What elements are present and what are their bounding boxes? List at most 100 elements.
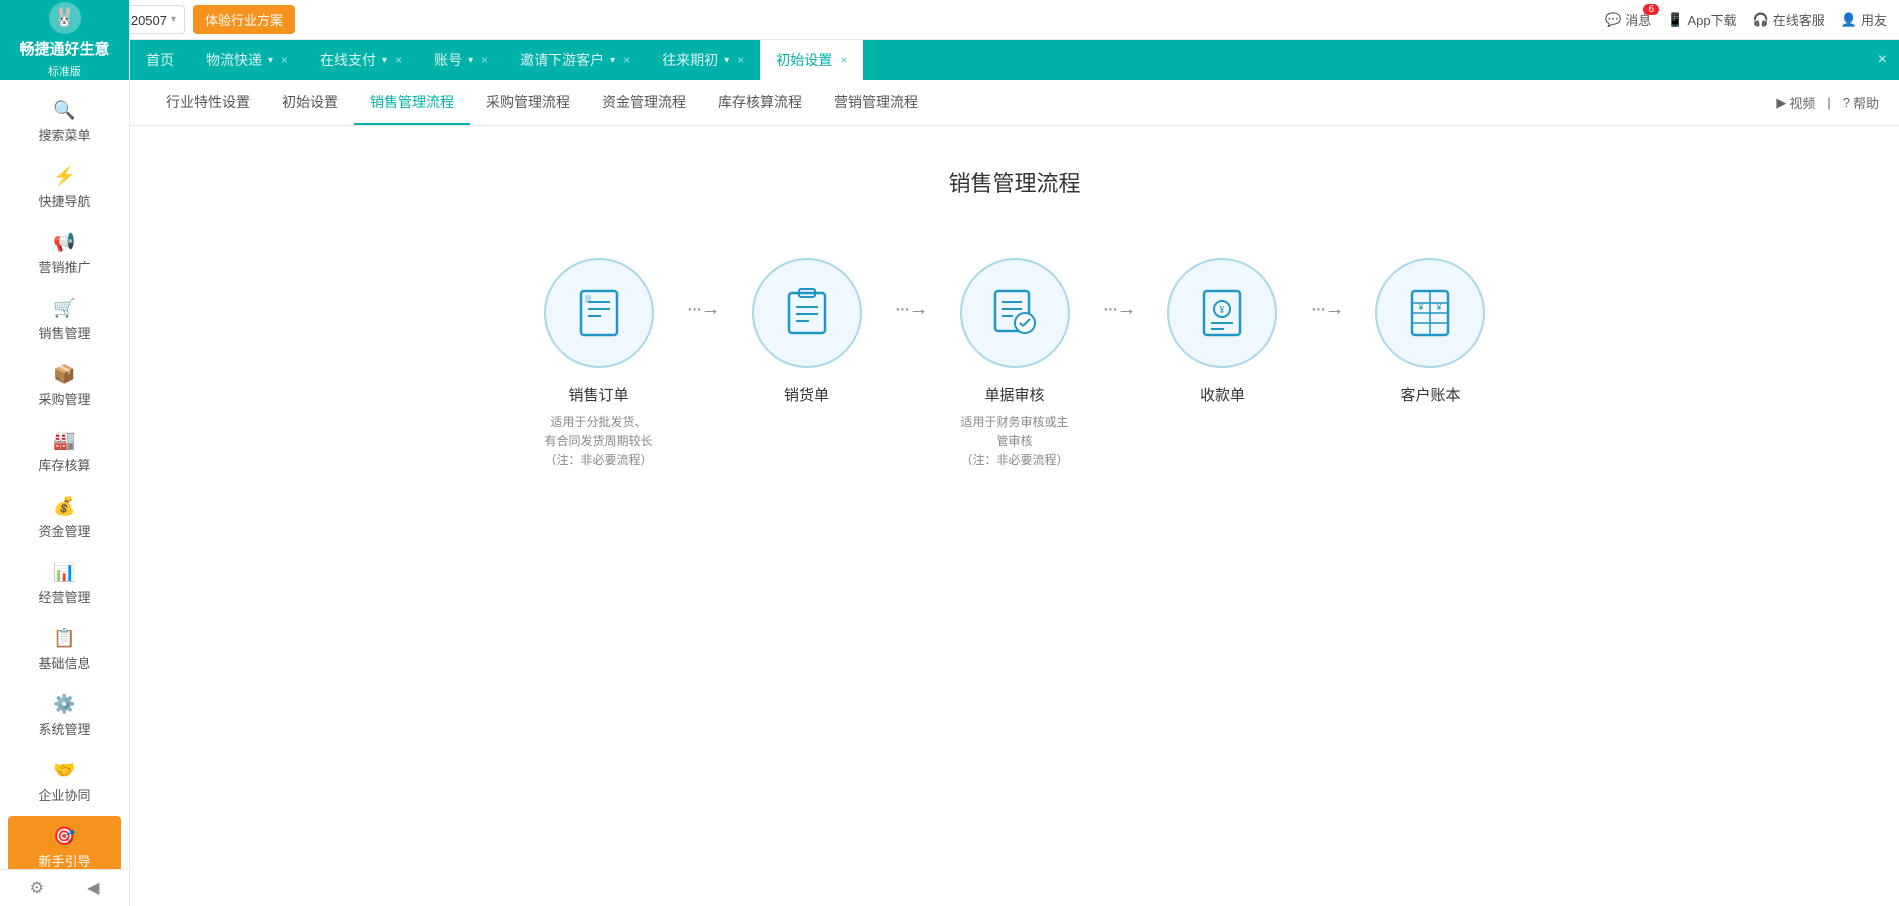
- close-icon[interactable]: ×: [395, 53, 402, 67]
- nav-tab-invite-label: 邀请下游客户: [520, 50, 604, 70]
- sidebar-item-label: 采购管理: [38, 389, 90, 408]
- sub-tabs-right: ▶ 视频 | ? 帮助: [1776, 93, 1879, 112]
- step-desc-doc-audit: 适用于财务审核或主管审核（注：非必要流程）: [960, 413, 1068, 471]
- service-icon: 🎧: [1753, 12, 1769, 28]
- settings-footer-btn[interactable]: ⚙: [30, 878, 44, 898]
- nav-tab-invite[interactable]: 邀请下游客户 ▾ ×: [504, 40, 646, 80]
- step-name-customer-ledger: 客户账本: [1400, 384, 1460, 405]
- close-icon[interactable]: ×: [737, 53, 744, 67]
- sidebar-item-newbie-guide[interactable]: 🎯 新手引导: [8, 816, 121, 869]
- help-icon: ?: [1843, 95, 1850, 110]
- chevron-down-icon: ▾: [610, 55, 615, 66]
- video-icon: ▶: [1776, 95, 1786, 111]
- chevron-down-icon: ▾: [724, 55, 729, 66]
- nav-tab-account-label: 账号: [434, 50, 462, 70]
- video-label: 视频: [1789, 93, 1815, 112]
- sidebar-item-quick-nav[interactable]: ⚡ 快捷导航: [8, 156, 121, 220]
- trial-button[interactable]: 体验行业方案: [193, 5, 295, 34]
- search-menu-icon: 🔍: [53, 100, 75, 121]
- sidebar-item-marketing-promo[interactable]: 📢 营销推广: [8, 222, 121, 286]
- sidebar-item-base-info[interactable]: 📋 基础信息: [8, 618, 121, 682]
- close-icon[interactable]: ×: [481, 53, 488, 67]
- sales-mgmt-icon: 🛒: [53, 298, 75, 319]
- sidebar-item-sys-mgmt[interactable]: ⚙️ 系统管理: [8, 684, 121, 748]
- close-icon[interactable]: ×: [623, 53, 630, 67]
- page-title: 销售管理流程: [190, 166, 1839, 198]
- sidebar-item-inventory[interactable]: 🏭 库存核算: [8, 420, 121, 484]
- sidebar-item-finance-mgmt[interactable]: 💰 资金管理: [8, 486, 121, 550]
- flow-step-receipt[interactable]: ¥ 收款单: [1142, 258, 1302, 413]
- help-link[interactable]: ? 帮助: [1843, 93, 1879, 112]
- sidebar-item-purchase-mgmt[interactable]: 📦 采购管理: [8, 354, 121, 418]
- main-content: 行业特性设置 初始设置 销售管理流程 采购管理流程 资金管理流程 库存核算流程 …: [130, 80, 1899, 906]
- flow-step-sales-delivery[interactable]: 销货单: [727, 258, 887, 413]
- flow-circle-doc-audit: [960, 258, 1070, 368]
- base-info-icon: 📋: [53, 628, 75, 649]
- message-badge: 6: [1643, 4, 1659, 15]
- svg-text:¥: ¥: [1220, 305, 1225, 316]
- app-download-item[interactable]: 📱 App下载: [1667, 10, 1736, 29]
- user-name-label: 用友: [1861, 10, 1887, 29]
- sub-tab-purchase-flow[interactable]: 采购管理流程: [470, 80, 586, 125]
- nav-tab-period-init[interactable]: 往来期初 ▾ ×: [646, 40, 760, 80]
- logo-icon: 🐰: [49, 2, 81, 34]
- flow-step-sales-order[interactable]: 销售订单 适用于分批发货、有合同发货周期较长（注：非必要流程）: [519, 258, 679, 471]
- receipt-icon: ¥: [1196, 287, 1248, 339]
- sidebar-item-search-menu[interactable]: 🔍 搜索菜单: [8, 90, 121, 154]
- sub-tab-industry-settings[interactable]: 行业特性设置: [150, 80, 266, 125]
- sub-tab-label: 采购管理流程: [486, 92, 570, 112]
- sidebar-item-enterprise-collab[interactable]: 🤝 企业协同: [8, 750, 121, 814]
- nav-tab-period-init-label: 往来期初: [662, 50, 718, 70]
- nav-tab-home[interactable]: 首页: [130, 40, 190, 80]
- sidebar-item-label: 企业协同: [38, 785, 90, 804]
- chevron-down-icon: ▾: [382, 55, 387, 66]
- sidebar-item-label: 资金管理: [38, 521, 90, 540]
- sales-delivery-icon: [781, 287, 833, 339]
- message-item[interactable]: 💬 消息 6: [1605, 10, 1651, 29]
- sidebar-item-label: 快捷导航: [38, 191, 90, 210]
- nav-tab-logistics-label: 物流快递: [206, 50, 262, 70]
- sidebar-item-label: 营销推广: [38, 257, 90, 276]
- chevron-down-icon: ▾: [268, 55, 273, 66]
- online-service-item[interactable]: 🎧 在线客服: [1753, 10, 1825, 29]
- header-right: 💬 消息 6 📱 App下载 🎧 在线客服 👤 用友: [1605, 10, 1887, 29]
- sales-order-icon: [573, 287, 625, 339]
- sub-tab-ops-flow[interactable]: 营销管理流程: [818, 80, 934, 125]
- flow-circle-customer-ledger: ¥ ¥: [1375, 258, 1485, 368]
- help-label: 帮助: [1853, 93, 1879, 112]
- svg-text:¥: ¥: [1418, 302, 1425, 312]
- newbie-guide-icon: 🎯: [53, 826, 75, 847]
- user-avatar-item[interactable]: 👤 用友: [1841, 10, 1887, 29]
- flow-circle-sales-delivery: [752, 258, 862, 368]
- sub-tab-inventory-flow[interactable]: 库存核算流程: [702, 80, 818, 125]
- close-icon[interactable]: ×: [281, 53, 288, 67]
- sub-tab-sales-flow[interactable]: 销售管理流程: [354, 80, 470, 125]
- close-all-tabs-btn[interactable]: ×: [1866, 51, 1899, 69]
- nav-tabs: 首页 物流快递 ▾ × 在线支付 ▾ × 账号 ▾ × 邀请下游客户 ▾ × 往…: [130, 40, 1899, 80]
- nav-tab-payment[interactable]: 在线支付 ▾ ×: [304, 40, 418, 80]
- flow-steps: 销售订单 适用于分批发货、有合同发货周期较长（注：非必要流程） ···→ 销货单: [190, 258, 1839, 471]
- collapse-btn[interactable]: ◀: [87, 878, 99, 898]
- close-icon[interactable]: ×: [840, 53, 847, 67]
- flow-arrow-3: ···→: [1095, 298, 1143, 321]
- sidebar-footer: ⚙ ◀: [0, 869, 129, 906]
- sub-tabs-left: 行业特性设置 初始设置 销售管理流程 采购管理流程 资金管理流程 库存核算流程 …: [150, 80, 934, 125]
- purchase-mgmt-icon: 📦: [53, 364, 75, 385]
- sidebar-item-label: 库存核算: [38, 455, 90, 474]
- flow-step-customer-ledger[interactable]: ¥ ¥ 客户账本: [1350, 258, 1510, 413]
- flow-step-doc-audit[interactable]: 单据审核 适用于财务审核或主管审核（注：非必要流程）: [935, 258, 1095, 471]
- video-link[interactable]: ▶ 视频: [1776, 93, 1815, 112]
- nav-tab-home-label: 首页: [146, 50, 174, 70]
- sidebar-item-ops-mgmt[interactable]: 📊 经营管理: [8, 552, 121, 616]
- logo-subtitle: 标准版: [48, 63, 81, 79]
- sidebar-item-sales-mgmt[interactable]: 🛒 销售管理: [8, 288, 121, 352]
- nav-tab-logistics[interactable]: 物流快递 ▾ ×: [190, 40, 304, 80]
- sub-tab-init-settings[interactable]: 初始设置: [266, 80, 354, 125]
- sub-tab-label: 初始设置: [282, 92, 338, 112]
- sub-tab-finance-flow[interactable]: 资金管理流程: [586, 80, 702, 125]
- customer-ledger-icon: ¥ ¥: [1404, 287, 1456, 339]
- sidebar-item-label: 销售管理: [38, 323, 90, 342]
- nav-tab-account[interactable]: 账号 ▾ ×: [418, 40, 504, 80]
- step-name-doc-audit: 单据审核: [984, 384, 1044, 405]
- nav-tab-init-settings[interactable]: 初始设置 ×: [760, 40, 863, 80]
